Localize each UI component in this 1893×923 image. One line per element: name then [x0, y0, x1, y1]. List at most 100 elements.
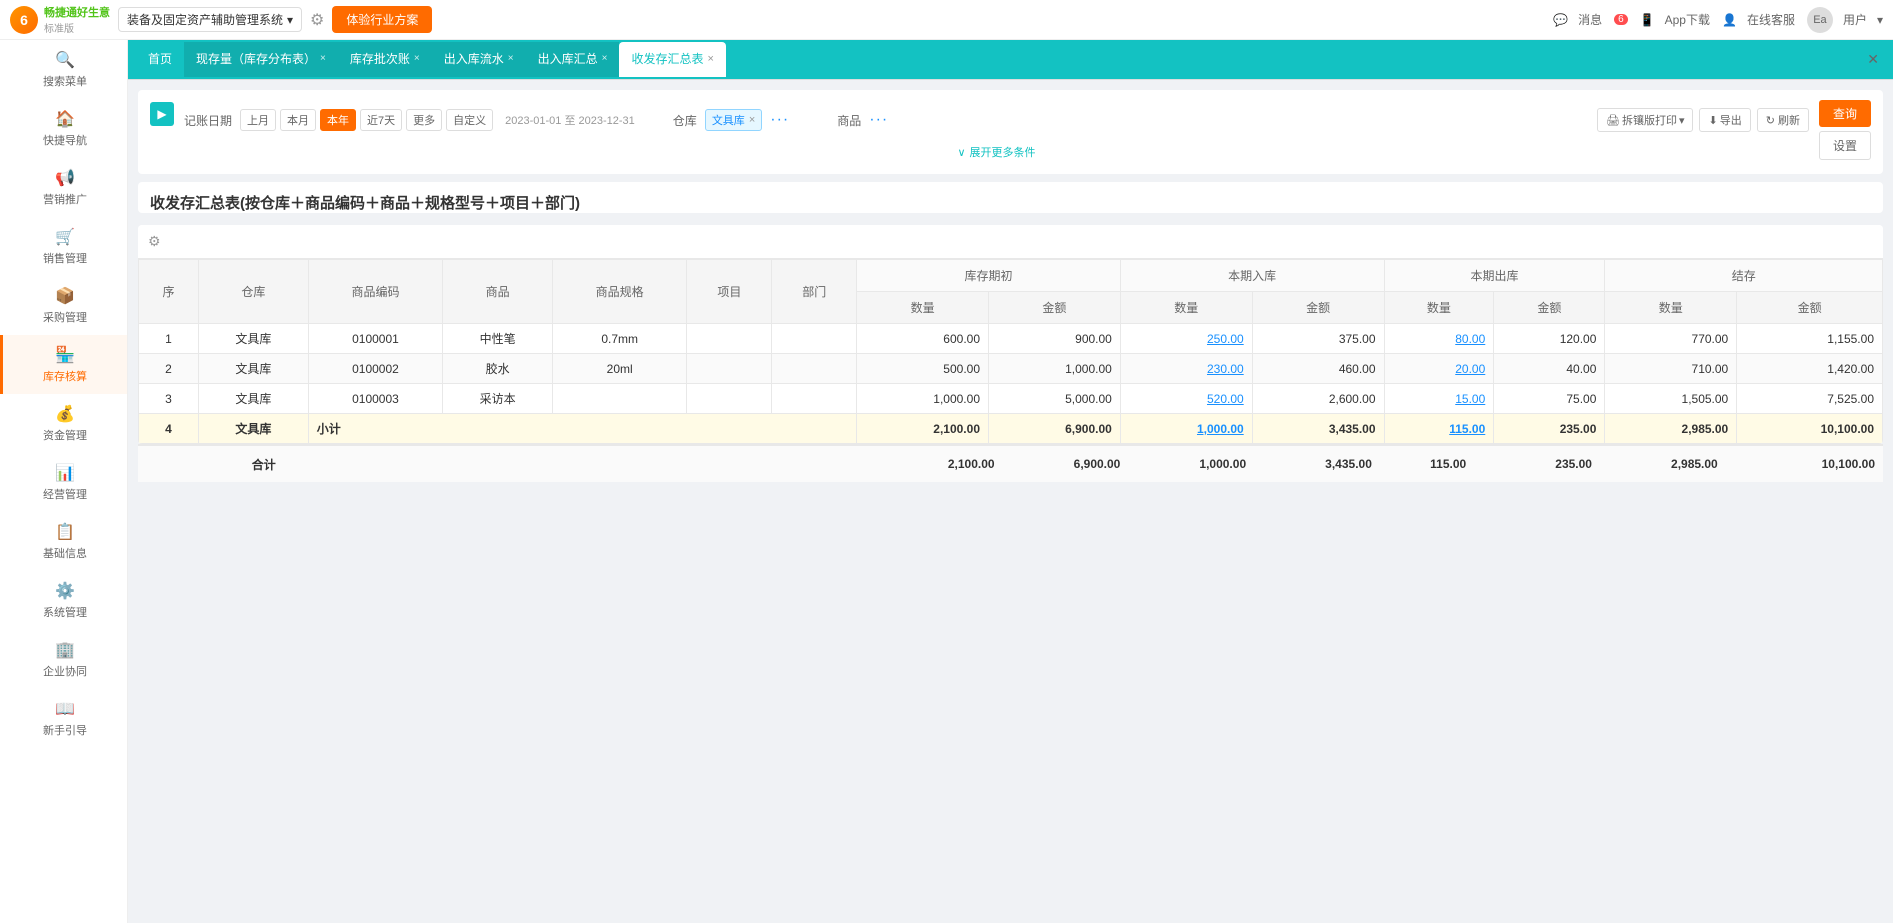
goods-label: 商品 — [837, 112, 861, 129]
tab-batch[interactable]: 库存批次账 × — [338, 42, 432, 77]
warehouse-tag-close[interactable]: × — [749, 114, 755, 126]
sidebar-item-guide[interactable]: 📖 新手引导 — [0, 689, 127, 748]
close-all-tabs[interactable]: ✕ — [1861, 51, 1885, 68]
sidebar-label-base: 基础信息 — [43, 545, 87, 561]
tab-home[interactable]: 首页 — [136, 42, 184, 77]
tab-batch-close[interactable]: × — [414, 53, 420, 64]
cell-out-qty[interactable]: 20.00 — [1384, 354, 1494, 384]
sidebar-item-inventory[interactable]: 🏪 库存核算 — [0, 335, 127, 394]
app-sub: 标准版 — [44, 20, 110, 35]
sidebar-item-base[interactable]: 📋 基础信息 — [0, 512, 127, 571]
th-group-balance: 结存 — [1605, 260, 1883, 292]
collapse-btn[interactable]: ▶ — [150, 102, 174, 126]
sidebar-label-corp: 企业协同 — [43, 663, 87, 679]
date-btn-last-month[interactable]: 上月 — [240, 109, 276, 131]
app-download-group[interactable]: 📱 App下载 — [1640, 11, 1710, 28]
date-btn-this-month[interactable]: 本月 — [280, 109, 316, 131]
total-empty4 — [578, 450, 688, 479]
print-btn[interactable]: 🖨 拆镶版打印 ▾ — [1597, 108, 1694, 132]
cell-in-qty[interactable]: 520.00 — [1120, 384, 1252, 414]
date-btn-7days[interactable]: 近7天 — [360, 109, 402, 131]
app-name: 畅捷通好生意 — [44, 4, 110, 20]
avatar-text: Ea — [1813, 14, 1826, 26]
cell-out-qty[interactable]: 15.00 — [1384, 384, 1494, 414]
print-icon: 🖨 — [1606, 114, 1620, 127]
experience-button[interactable]: 体验行业方案 — [332, 6, 432, 33]
cell-in-qty[interactable]: 230.00 — [1120, 354, 1252, 384]
sidebar-label-guide: 新手引导 — [43, 722, 87, 738]
warehouse-tag: 文具库 × — [705, 109, 762, 131]
filter-section: ▶ 记账日期 上月 本月 本年 近7天 更多 — [138, 90, 1883, 174]
sidebar-item-purchase[interactable]: 📦 采购管理 — [0, 276, 127, 335]
cell-name: 采访本 — [443, 384, 553, 414]
date-buttons: 上月 本月 本年 近7天 更多 自定义 — [240, 109, 493, 131]
expand-conditions[interactable]: ∨ 展开更多条件 — [184, 140, 1809, 164]
page-title: 收发存汇总表(按仓库＋商品编码＋商品＋规格型号＋项目＋部门) — [150, 192, 1871, 213]
date-btn-more[interactable]: 更多 — [406, 109, 442, 131]
app-download-label: App下载 — [1665, 11, 1710, 28]
setting-button[interactable]: 设置 — [1819, 131, 1871, 160]
tab-stock-dist-close[interactable]: × — [320, 53, 326, 64]
logo-icon: 6 — [10, 6, 38, 34]
cell-in-qty[interactable]: 250.00 — [1120, 324, 1252, 354]
online-service-group[interactable]: 👤 在线客服 — [1722, 11, 1795, 28]
total-label-cell: 合计 — [201, 450, 327, 479]
cell-name: 胶水 — [443, 354, 553, 384]
sub-bal-qty: 2,985.00 — [1605, 414, 1737, 444]
refresh-btn[interactable]: ↻ 刷新 — [1757, 108, 1809, 132]
query-button[interactable]: 查询 — [1819, 100, 1871, 127]
print-label: 拆镶版打印 — [1622, 112, 1677, 128]
sidebar-label-business: 经营管理 — [43, 486, 87, 502]
warehouse-more[interactable]: ··· — [770, 111, 789, 129]
tab-inout-flow-close[interactable]: × — [508, 53, 514, 64]
date-btn-this-year[interactable]: 本年 — [320, 109, 356, 131]
cell-code: 0100003 — [308, 384, 443, 414]
system-selector[interactable]: 装备及固定资产辅助管理系统 ▾ — [118, 7, 302, 32]
cell-out-qty[interactable]: 80.00 — [1384, 324, 1494, 354]
sidebar-item-quick-nav[interactable]: 🏠 快捷导航 — [0, 99, 127, 158]
table-settings-icon[interactable]: ⚙ — [148, 233, 161, 250]
sidebar-item-sales[interactable]: 🛒 销售管理 — [0, 217, 127, 276]
action-area: 🖨 拆镶版打印 ▾ ⬇ 导出 ↻ — [1597, 108, 1809, 132]
warehouse-label: 仓库 — [673, 112, 697, 129]
tab-inout-flow[interactable]: 出入库流水 × — [432, 42, 526, 77]
sidebar-item-corp[interactable]: 🏢 企业协同 — [0, 630, 127, 689]
tab-receive-summary-close[interactable]: × — [707, 53, 713, 65]
cell-open-qty: 600.00 — [857, 324, 989, 354]
total-out-amt: 235.00 — [1474, 450, 1600, 479]
sidebar-item-business[interactable]: 📊 经营管理 — [0, 453, 127, 512]
sidebar-item-marketing[interactable]: 📢 营销推广 — [0, 158, 127, 217]
export-btn[interactable]: ⬇ 导出 — [1699, 108, 1750, 132]
cell-open-amt: 900.00 — [989, 324, 1121, 354]
tab-stock-dist[interactable]: 现存量（库存分布表） × — [184, 42, 338, 77]
cell-project — [687, 384, 772, 414]
sidebar-item-system[interactable]: ⚙️ 系统管理 — [0, 571, 127, 630]
sub-out-amt: 235.00 — [1494, 414, 1605, 444]
date-btn-custom[interactable]: 自定义 — [446, 109, 493, 131]
sidebar-item-finance[interactable]: 💰 资金管理 — [0, 394, 127, 453]
subtotal-row: 4 文具库 小计 2,100.00 6,900.00 1,000.00 3,43… — [139, 414, 1883, 444]
sub-in-qty[interactable]: 1,000.00 — [1120, 414, 1252, 444]
th-in-amt: 金额 — [1252, 292, 1384, 324]
total-table: 合计 2,100.00 6,900.00 1,000.00 3,435.00 1… — [138, 450, 1883, 479]
sub-out-qty[interactable]: 115.00 — [1384, 414, 1494, 444]
sub-num: 4 — [139, 414, 199, 444]
tab-receive-summary[interactable]: 收发存汇总表 × — [619, 42, 725, 77]
export-icon: ⬇ — [1708, 114, 1717, 127]
user-group[interactable]: Ea 用户 ▾ — [1807, 7, 1883, 33]
messages-group[interactable]: 💬 消息 6 — [1553, 11, 1628, 28]
tab-inout-summary[interactable]: 出入库汇总 × — [526, 42, 620, 77]
warehouse-selected: 文具库 — [712, 112, 745, 128]
cell-dept — [772, 324, 857, 354]
cell-open-qty: 500.00 — [857, 354, 989, 384]
tab-batch-label: 库存批次账 — [350, 50, 410, 67]
sub-open-qty: 2,100.00 — [857, 414, 989, 444]
tab-inout-flow-label: 出入库流水 — [444, 50, 504, 67]
sidebar-label-quick-nav: 快捷导航 — [43, 132, 87, 148]
tab-inout-summary-close[interactable]: × — [602, 53, 608, 64]
sidebar-item-search[interactable]: 🔍 搜索菜单 — [0, 40, 127, 99]
total-in-amt: 3,435.00 — [1254, 450, 1380, 479]
settings-icon[interactable]: ⚙ — [310, 10, 324, 30]
goods-more[interactable]: ··· — [869, 111, 888, 129]
chevron-down-icon-user: ▾ — [1877, 13, 1883, 27]
